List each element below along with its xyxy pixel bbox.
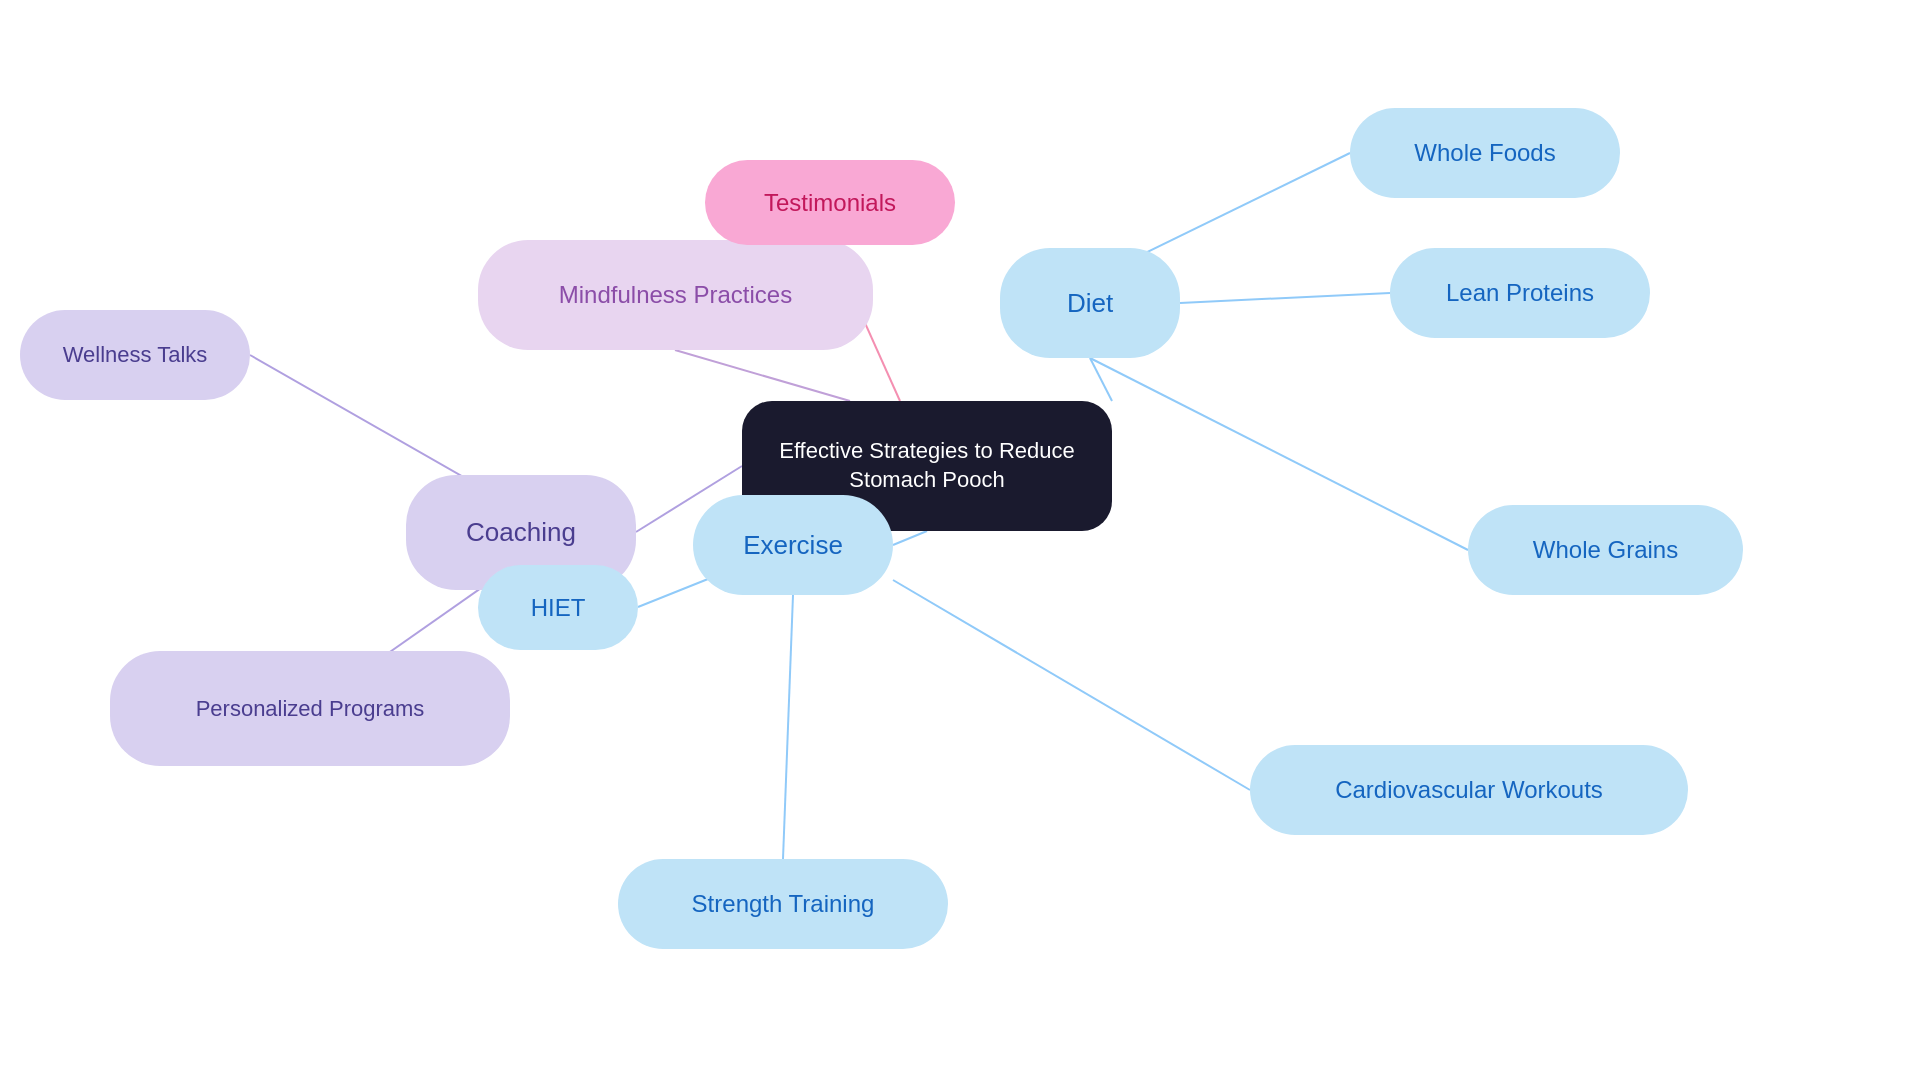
personalized-programs-node: Personalized Programs [110, 651, 510, 766]
whole-foods-node: Whole Foods [1350, 108, 1620, 198]
svg-line-9 [893, 531, 927, 545]
cardiovascular-workouts-node: Cardiovascular Workouts [1250, 745, 1688, 835]
svg-line-8 [1090, 358, 1468, 550]
hiet-node: HIET [478, 565, 638, 650]
strength-training-node: Strength Training [618, 859, 948, 949]
svg-line-5 [1090, 358, 1112, 401]
exercise-node: Exercise [693, 495, 893, 595]
diet-node: Diet [1000, 248, 1180, 358]
svg-line-7 [1180, 293, 1390, 303]
testimonials-node: Testimonials [705, 160, 955, 245]
whole-grains-node: Whole Grains [1468, 505, 1743, 595]
svg-line-3 [675, 350, 850, 401]
svg-line-11 [893, 580, 1250, 790]
svg-line-12 [783, 595, 793, 859]
mindfulness-practices-node: Mindfulness Practices [478, 240, 873, 350]
lean-proteins-node: Lean Proteins [1390, 248, 1650, 338]
wellness-talks-node: Wellness Talks [20, 310, 250, 400]
